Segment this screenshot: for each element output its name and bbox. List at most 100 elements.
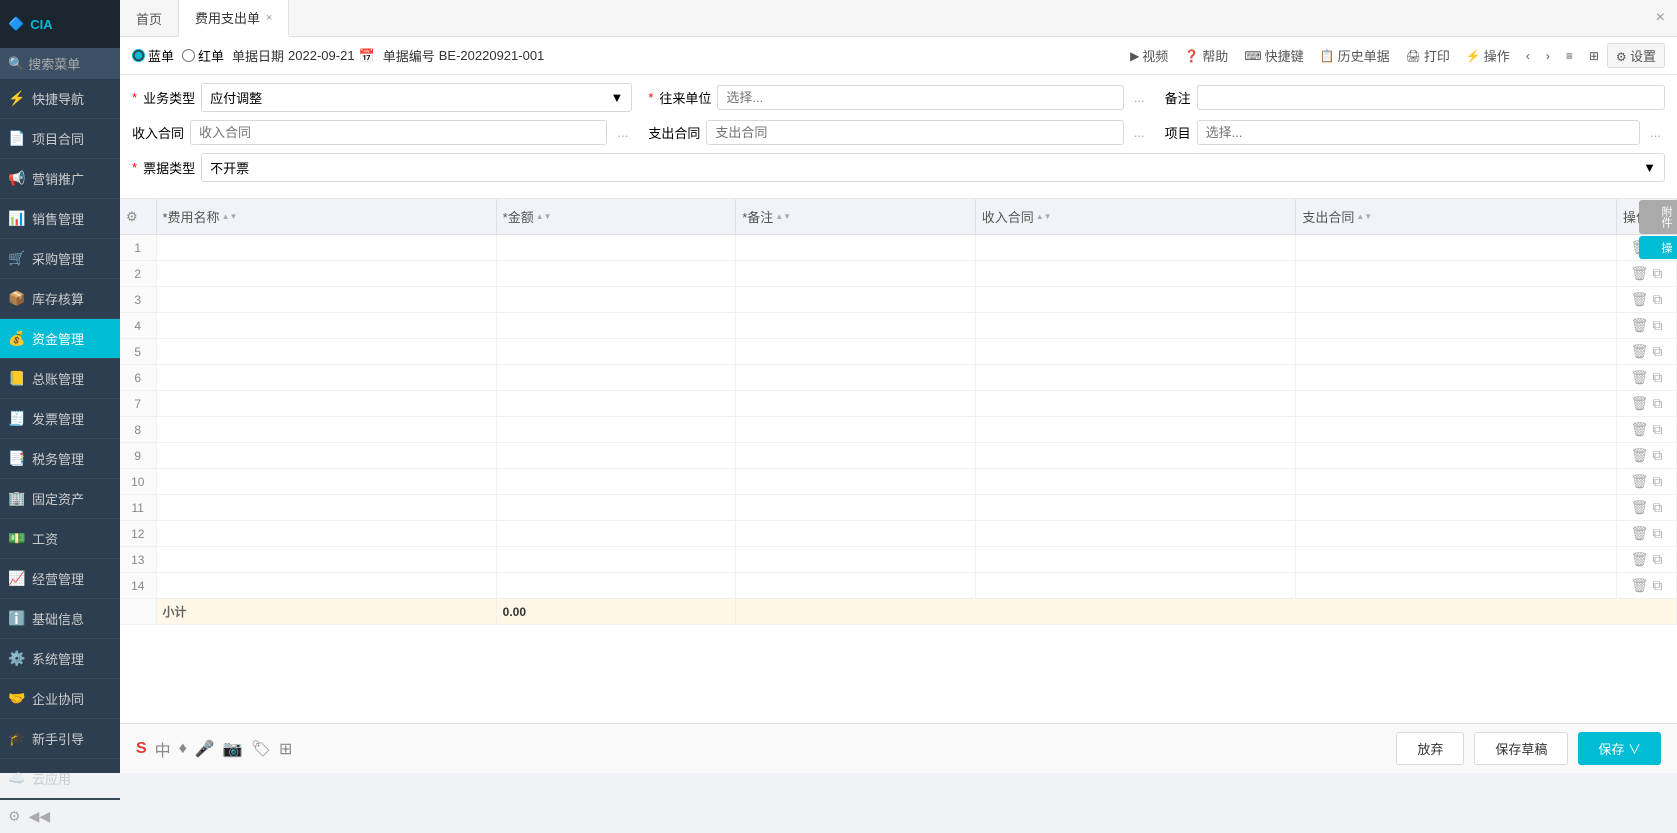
row-amount-1[interactable] xyxy=(496,235,736,261)
income-contract-dots[interactable]: ... xyxy=(613,125,632,140)
row-delete-icon-6[interactable]: 🗑 xyxy=(1631,369,1649,386)
audio-icon[interactable]: ◀◀ xyxy=(29,808,51,825)
radio-red[interactable] xyxy=(182,49,195,62)
row-income-contract-3[interactable] xyxy=(975,287,1296,313)
row-copy-icon-3[interactable]: ⧉ xyxy=(1652,291,1662,308)
right-edge-ops[interactable]: 操 xyxy=(1639,236,1677,259)
toolbar-history-btn[interactable]: 📋 历史单据 xyxy=(1316,44,1394,67)
radio-blue[interactable] xyxy=(132,49,145,62)
row-delete-icon-14[interactable]: 🗑 xyxy=(1631,577,1649,594)
row-copy-icon-13[interactable]: ⧉ xyxy=(1652,551,1662,568)
sort-expense-name[interactable]: ▲▼ xyxy=(222,213,238,221)
toolbar-ops-btn[interactable]: ⚡ 操作 xyxy=(1462,44,1514,67)
sidebar-item-basic-info[interactable]: ℹ️基础信息 xyxy=(0,599,120,639)
tab-close-all[interactable]: × xyxy=(1644,5,1677,31)
row-expense-name-1[interactable] xyxy=(156,235,496,261)
row-amount-8[interactable] xyxy=(496,417,736,443)
row-income-contract-6[interactable] xyxy=(975,365,1296,391)
row-expense-name-4[interactable] xyxy=(156,313,496,339)
sort-remark[interactable]: ▲▼ xyxy=(775,213,791,221)
row-copy-icon-14[interactable]: ⧉ xyxy=(1652,577,1662,594)
row-delete-icon-9[interactable]: 🗑 xyxy=(1631,447,1649,464)
sidebar-item-sales-mgmt[interactable]: 📊销售管理 xyxy=(0,199,120,239)
row-amount-12[interactable] xyxy=(496,521,736,547)
sidebar-item-new-guide[interactable]: 🎓新手引导 xyxy=(0,719,120,759)
row-expense-name-12[interactable] xyxy=(156,521,496,547)
row-income-contract-1[interactable] xyxy=(975,235,1296,261)
row-expense-name-5[interactable] xyxy=(156,339,496,365)
invoice-type-select[interactable]: 不开票 ▼ xyxy=(201,153,1665,182)
row-amount-6[interactable] xyxy=(496,365,736,391)
row-remark-3[interactable] xyxy=(736,287,976,313)
row-expense-name-13[interactable] xyxy=(156,547,496,573)
row-amount-2[interactable] xyxy=(496,261,736,287)
bottom-icon-camera[interactable]: 📷 xyxy=(223,739,243,759)
sidebar-item-project-contract[interactable]: 📄项目合同 xyxy=(0,119,120,159)
sort-expense-contract[interactable]: ▲▼ xyxy=(1356,213,1372,221)
row-expense-name-11[interactable] xyxy=(156,495,496,521)
sidebar-item-enterprise-collab[interactable]: 🤝企业协同 xyxy=(0,679,120,719)
row-income-contract-9[interactable] xyxy=(975,443,1296,469)
row-expense-contract-11[interactable] xyxy=(1296,495,1617,521)
row-expense-contract-1[interactable] xyxy=(1296,235,1617,261)
calendar-icon[interactable]: 📅 xyxy=(359,48,375,64)
row-amount-13[interactable] xyxy=(496,547,736,573)
date-value[interactable]: 2022-09-21 xyxy=(288,48,355,63)
row-copy-icon-7[interactable]: ⧉ xyxy=(1652,395,1662,412)
row-income-contract-7[interactable] xyxy=(975,391,1296,417)
row-income-contract-14[interactable] xyxy=(975,573,1296,599)
view-list-btn[interactable]: ≡ xyxy=(1562,47,1577,65)
sidebar-item-purchase-mgmt[interactable]: 🛒采购管理 xyxy=(0,239,120,279)
row-income-contract-10[interactable] xyxy=(975,469,1296,495)
row-remark-5[interactable] xyxy=(736,339,976,365)
note-input[interactable] xyxy=(1197,85,1665,110)
row-expense-contract-8[interactable] xyxy=(1296,417,1617,443)
tab-expense-bill[interactable]: 费用支出单 × xyxy=(179,0,289,37)
row-amount-10[interactable] xyxy=(496,469,736,495)
row-copy-icon-9[interactable]: ⧉ xyxy=(1652,447,1662,464)
row-expense-contract-12[interactable] xyxy=(1296,521,1617,547)
row-copy-icon-11[interactable]: ⧉ xyxy=(1652,499,1662,516)
row-income-contract-2[interactable] xyxy=(975,261,1296,287)
row-delete-icon-10[interactable]: 🗑 xyxy=(1631,473,1649,490)
row-expense-name-9[interactable] xyxy=(156,443,496,469)
toolbar-video-btn[interactable]: ▶ 视频 xyxy=(1126,44,1172,67)
sidebar-item-capital-mgmt[interactable]: 💰资金管理 xyxy=(0,319,120,359)
row-delete-icon-7[interactable]: 🗑 xyxy=(1631,395,1649,412)
row-income-contract-5[interactable] xyxy=(975,339,1296,365)
row-expense-name-2[interactable] xyxy=(156,261,496,287)
row-expense-contract-6[interactable] xyxy=(1296,365,1617,391)
row-expense-contract-10[interactable] xyxy=(1296,469,1617,495)
row-copy-icon-5[interactable]: ⧉ xyxy=(1652,343,1662,360)
row-remark-13[interactable] xyxy=(736,547,976,573)
row-delete-icon-2[interactable]: 🗑 xyxy=(1631,265,1649,282)
project-input[interactable] xyxy=(1197,120,1640,145)
sidebar-item-ops-mgmt[interactable]: 📈经营管理 xyxy=(0,559,120,599)
row-income-contract-4[interactable] xyxy=(975,313,1296,339)
sidebar-item-tax-mgmt[interactable]: 📑税务管理 xyxy=(0,439,120,479)
row-expense-contract-3[interactable] xyxy=(1296,287,1617,313)
row-copy-icon-4[interactable]: ⧉ xyxy=(1652,317,1662,334)
nav-prev-btn[interactable]: ‹ xyxy=(1522,47,1534,65)
tab-home[interactable]: 首页 xyxy=(120,1,179,36)
expense-contract-dots[interactable]: ... xyxy=(1130,125,1149,140)
row-remark-10[interactable] xyxy=(736,469,976,495)
sidebar-item-cloud-apps[interactable]: ☁️云应用 xyxy=(0,759,120,799)
row-delete-icon-3[interactable]: 🗑 xyxy=(1631,291,1649,308)
row-remark-9[interactable] xyxy=(736,443,976,469)
row-expense-name-14[interactable] xyxy=(156,573,496,599)
setting-button[interactable]: ⚙ 设置 xyxy=(1607,43,1665,68)
row-delete-icon-12[interactable]: 🗑 xyxy=(1631,525,1649,542)
row-income-contract-12[interactable] xyxy=(975,521,1296,547)
sidebar-search[interactable]: 🔍 搜索菜单 xyxy=(0,48,120,79)
row-delete-icon-11[interactable]: 🗑 xyxy=(1631,499,1649,516)
row-amount-7[interactable] xyxy=(496,391,736,417)
expense-contract-input[interactable] xyxy=(706,120,1123,145)
col-gear[interactable]: ⚙ xyxy=(120,199,156,235)
row-remark-1[interactable] xyxy=(736,235,976,261)
income-contract-input[interactable] xyxy=(190,120,607,145)
nav-next-btn[interactable]: › xyxy=(1542,47,1554,65)
settings-icon[interactable]: ⚙ xyxy=(8,808,21,825)
row-expense-name-7[interactable] xyxy=(156,391,496,417)
row-income-contract-13[interactable] xyxy=(975,547,1296,573)
